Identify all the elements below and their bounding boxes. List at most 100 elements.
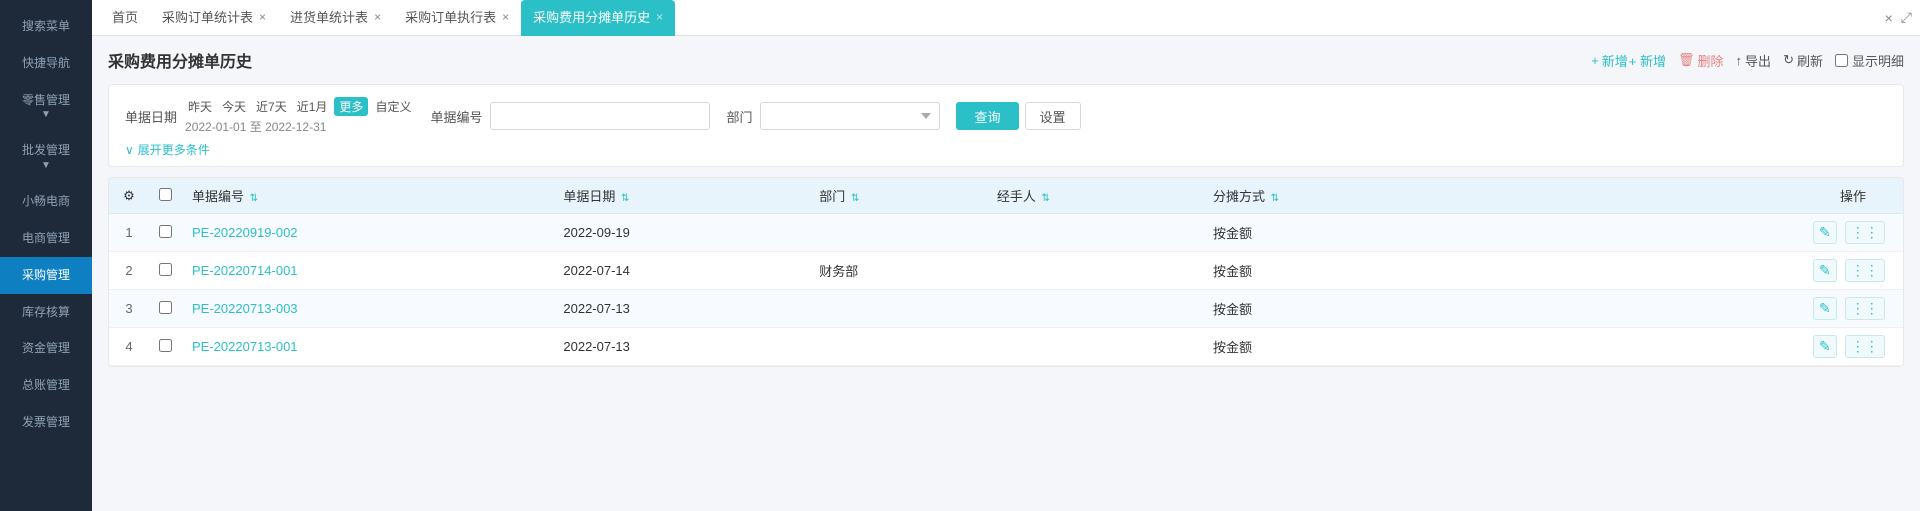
- row-num-4: 4: [109, 328, 149, 366]
- sort-doc-no-icon[interactable]: ⇅: [250, 193, 258, 204]
- shortcut-custom[interactable]: 自定义: [372, 97, 414, 116]
- sidebar-item-wholesale[interactable]: 批发管理 ▼: [0, 132, 92, 183]
- tab-purchase-cost-history[interactable]: 采购费用分摊单历史 ×: [521, 0, 675, 36]
- column-settings-icon[interactable]: ⚙: [123, 188, 135, 203]
- row-date-2: 2022-07-14: [553, 252, 809, 290]
- data-table: ⚙ 单据编号 ⇅ 单据日期 ⇅: [109, 178, 1903, 366]
- row-dept-4: [809, 328, 987, 366]
- row-select-checkbox-2[interactable]: [159, 263, 172, 276]
- row-handler-2: [987, 252, 1203, 290]
- row-ops-3: ✎ ⋮⋮: [1803, 290, 1903, 328]
- more-icon-2[interactable]: ⋮⋮: [1845, 259, 1885, 282]
- more-icon-3[interactable]: ⋮⋮: [1845, 297, 1885, 320]
- sidebar-item-ecommerce-small[interactable]: 小畅电商: [0, 183, 92, 220]
- show-cols-toggle[interactable]: 显示明细: [1835, 51, 1904, 70]
- edit-icon-3[interactable]: ✎: [1813, 297, 1837, 320]
- more-icon-1[interactable]: ⋮⋮: [1845, 221, 1885, 244]
- sidebar-item-purchase[interactable]: 采购管理: [0, 257, 92, 294]
- toolbar: + 新增+ 新增 🗑 删除 ↑ 导出 ↻ 刷新 显示明细: [1591, 51, 1904, 70]
- action-icons-2: ✎ ⋮⋮: [1813, 259, 1893, 282]
- close-tab-purchase-order-exec[interactable]: ×: [502, 10, 509, 24]
- row-select-checkbox-3[interactable]: [159, 301, 172, 314]
- shortcut-more[interactable]: 更多: [334, 97, 368, 116]
- sort-method-icon[interactable]: ⇅: [1271, 193, 1279, 204]
- sidebar-item-finance[interactable]: 资金管理: [0, 330, 92, 367]
- maximize-icon[interactable]: ⤢: [1901, 9, 1912, 26]
- shortcut-7days[interactable]: 近7天: [253, 97, 290, 116]
- th-doc-no: 单据编号 ⇅: [182, 178, 553, 214]
- sort-date-icon[interactable]: ⇅: [621, 193, 629, 204]
- dept-select[interactable]: 财务部: [760, 102, 940, 130]
- edit-icon-2[interactable]: ✎: [1813, 259, 1837, 282]
- close-all-tabs-icon[interactable]: ×: [1885, 10, 1893, 26]
- row-checkbox-4: [149, 328, 182, 366]
- sidebar-item-inventory[interactable]: 库存核算: [0, 294, 92, 331]
- doc-no-link-4[interactable]: PE-20220713-001: [192, 339, 298, 354]
- th-date: 单据日期 ⇅: [553, 178, 809, 214]
- date-search-field: 单据日期 昨天 今天 近7天 近1月 更多 自定义 2022-01-01 至 2…: [125, 97, 414, 135]
- row-ops-2: ✎ ⋮⋮: [1803, 252, 1903, 290]
- search-area: 单据日期 昨天 今天 近7天 近1月 更多 自定义 2022-01-01 至 2…: [108, 84, 1904, 167]
- sidebar-item-retail[interactable]: 零售管理 ▼: [0, 82, 92, 133]
- sidebar-item-ledger[interactable]: 总账管理: [0, 367, 92, 404]
- doc-no-label: 单据编号: [430, 107, 482, 126]
- close-tab-purchase-cost-history[interactable]: ×: [656, 10, 663, 24]
- row-dept-3: [809, 290, 987, 328]
- export-button[interactable]: ↑ 导出: [1736, 51, 1772, 70]
- add-button[interactable]: + 新增+ 新增: [1591, 51, 1666, 70]
- doc-no-input[interactable]: [490, 102, 710, 130]
- tab-goods-stats[interactable]: 进货单统计表 ×: [278, 0, 393, 36]
- date-shortcuts: 昨天 今天 近7天 近1月 更多 自定义: [185, 97, 414, 116]
- th-settings[interactable]: ⚙: [109, 178, 149, 214]
- sort-handler-icon[interactable]: ⇅: [1042, 193, 1050, 204]
- main-area: 首页 采购订单统计表 × 进货单统计表 × 采购订单执行表 × 采购费用分摊单历…: [92, 0, 1920, 511]
- row-handler-1: [987, 214, 1203, 252]
- shortcut-yesterday[interactable]: 昨天: [185, 97, 215, 116]
- row-select-checkbox-1[interactable]: [159, 225, 172, 238]
- select-all-checkbox[interactable]: [159, 188, 172, 201]
- doc-no-link-2[interactable]: PE-20220714-001: [192, 263, 298, 278]
- sort-dept-icon[interactable]: ⇅: [851, 193, 859, 204]
- tab-purchase-order-exec[interactable]: 采购订单执行表 ×: [393, 0, 521, 36]
- row-method-3: 按金额: [1203, 290, 1803, 328]
- row-num-2: 2: [109, 252, 149, 290]
- row-dept-1: [809, 214, 987, 252]
- close-tab-goods-stats[interactable]: ×: [374, 10, 381, 24]
- sidebar-item-search[interactable]: 搜索菜单: [0, 8, 92, 45]
- row-doc-no-1: PE-20220919-002: [182, 214, 553, 252]
- doc-no-link-3[interactable]: PE-20220713-003: [192, 301, 298, 316]
- edit-icon-1[interactable]: ✎: [1813, 221, 1837, 244]
- show-cols-checkbox[interactable]: [1835, 54, 1848, 67]
- delete-button[interactable]: 🗑 删除: [1678, 51, 1724, 70]
- shortcut-today[interactable]: 今天: [219, 97, 249, 116]
- sidebar-item-ecommerce[interactable]: 电商管理: [0, 220, 92, 257]
- row-num-3: 3: [109, 290, 149, 328]
- shortcut-1month[interactable]: 近1月: [294, 97, 331, 116]
- chevron-down-icon: ∨: [125, 143, 134, 157]
- row-method-4: 按金额: [1203, 328, 1803, 366]
- tab-purchase-order-stats[interactable]: 采购订单统计表 ×: [150, 0, 278, 36]
- tab-bar: 首页 采购订单统计表 × 进货单统计表 × 采购订单执行表 × 采购费用分摊单历…: [92, 0, 1920, 36]
- doc-no-link-1[interactable]: PE-20220919-002: [192, 225, 298, 240]
- row-select-checkbox-4[interactable]: [159, 339, 172, 352]
- row-method-1: 按金额: [1203, 214, 1803, 252]
- query-button[interactable]: 查询: [956, 102, 1018, 130]
- row-doc-no-4: PE-20220713-001: [182, 328, 553, 366]
- tab-home[interactable]: 首页: [100, 0, 150, 36]
- settings-button[interactable]: 设置: [1025, 102, 1081, 130]
- search-row: 单据日期 昨天 今天 近7天 近1月 更多 自定义 2022-01-01 至 2…: [125, 97, 1887, 135]
- refresh-button[interactable]: ↻ 刷新: [1783, 51, 1823, 70]
- edit-icon-4[interactable]: ✎: [1813, 335, 1837, 358]
- row-dept-2: 财务部: [809, 252, 987, 290]
- action-icons-3: ✎ ⋮⋮: [1813, 297, 1893, 320]
- th-method: 分摊方式 ⇅: [1203, 178, 1803, 214]
- search-buttons: 查询 设置: [956, 102, 1080, 130]
- refresh-icon: ↻: [1783, 52, 1794, 68]
- close-tab-purchase-order-stats[interactable]: ×: [259, 10, 266, 24]
- sidebar-item-invoice[interactable]: 发票管理: [0, 404, 92, 441]
- delete-icon: 🗑: [1678, 52, 1695, 68]
- expand-more-btn[interactable]: ∨ 展开更多条件: [125, 141, 1887, 158]
- more-icon-4[interactable]: ⋮⋮: [1845, 335, 1885, 358]
- row-date-4: 2022-07-13: [553, 328, 809, 366]
- sidebar-item-quicknav[interactable]: 快捷导航: [0, 45, 92, 82]
